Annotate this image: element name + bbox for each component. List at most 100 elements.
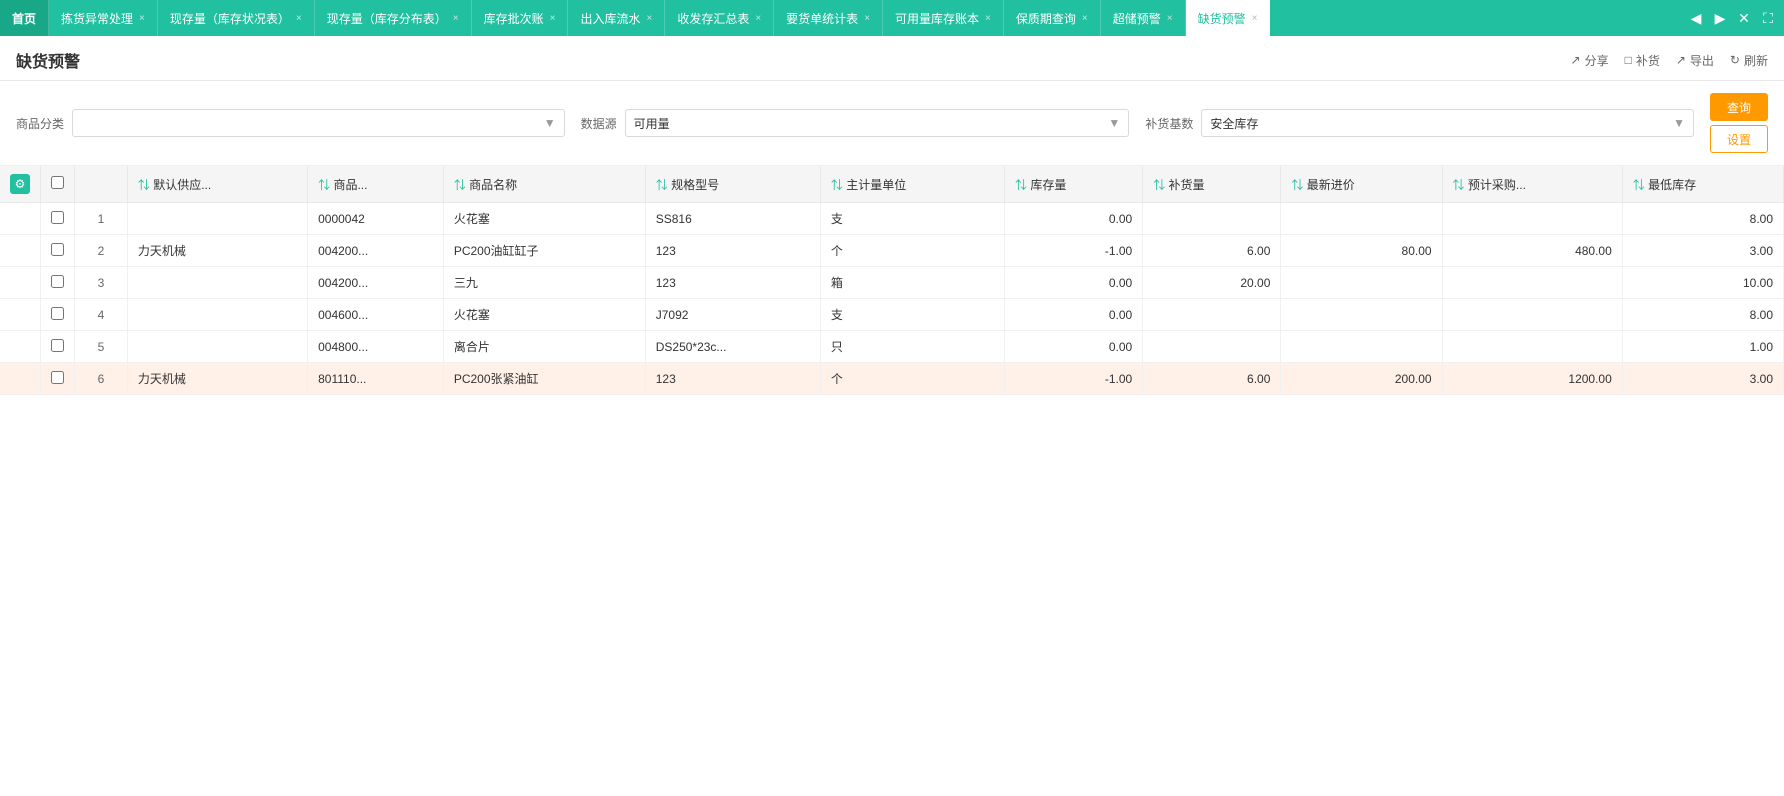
row-checkbox-2[interactable]: [51, 275, 64, 288]
row-num-1: 2: [75, 235, 128, 267]
row-check-0[interactable]: [41, 203, 75, 235]
tab-11-close[interactable]: ×: [1252, 13, 1258, 24]
basis-arrow-icon: ▼: [1673, 116, 1685, 130]
tab-2[interactable]: 现存量（库存状况表） ×: [158, 0, 315, 36]
table-header-row: ⚙ ⇅ 默认供应... ⇅ 商品... ⇅: [0, 166, 1784, 203]
row-unit-3: 支: [820, 299, 1004, 331]
sort-icon-price: ⇅: [1291, 178, 1303, 192]
category-select[interactable]: ▼: [72, 109, 565, 137]
row-num-0: 1: [75, 203, 128, 235]
tab-4[interactable]: 库存批次账 ×: [472, 0, 569, 36]
tab-9[interactable]: 保质期查询 ×: [1004, 0, 1101, 36]
row-check-4[interactable]: [41, 331, 75, 363]
row-checkbox-0[interactable]: [51, 211, 64, 224]
sort-icon-replenish: ⇅: [1153, 178, 1165, 192]
share-button[interactable]: ↗ 分享: [1571, 52, 1609, 69]
basis-select[interactable]: 安全库存 ▼: [1201, 109, 1694, 137]
tab-7-label: 要货单统计表: [786, 10, 858, 27]
tab-10[interactable]: 超储预警 ×: [1101, 0, 1186, 36]
row-checkbox-4[interactable]: [51, 339, 64, 352]
col-latest-price[interactable]: ⇅ 最新进价: [1281, 166, 1442, 203]
col-est-purchase[interactable]: ⇅ 预计采购...: [1442, 166, 1622, 203]
table-container: ⚙ ⇅ 默认供应... ⇅ 商品... ⇅: [0, 166, 1784, 395]
col-min-stock[interactable]: ⇅ 最低库存: [1622, 166, 1783, 203]
col-supplier[interactable]: ⇅ 默认供应...: [127, 166, 307, 203]
tab-next-button[interactable]: ▶: [1708, 6, 1732, 30]
gear-icon[interactable]: ⚙: [10, 174, 30, 194]
page-title: 缺货预警: [16, 48, 80, 72]
col-stock[interactable]: ⇅ 库存量: [1004, 166, 1142, 203]
tab-fullscreen-button[interactable]: ⛶: [1756, 6, 1780, 30]
row-code-3: 004600...: [308, 299, 444, 331]
row-replenish-3: [1143, 299, 1281, 331]
share-icon: ↗: [1571, 53, 1581, 67]
export-button[interactable]: ↗ 导出: [1676, 52, 1714, 69]
tab-5-label: 出入库流水: [580, 10, 640, 27]
col-code[interactable]: ⇅ 商品...: [308, 166, 444, 203]
tab-6-close[interactable]: ×: [755, 13, 761, 24]
col-gear[interactable]: ⚙: [0, 166, 41, 203]
refresh-button[interactable]: ↻ 刷新: [1730, 52, 1768, 69]
row-est-purchase-1: 480.00: [1442, 235, 1622, 267]
row-checkbox-5[interactable]: [51, 371, 64, 384]
row-checkbox-1[interactable]: [51, 243, 64, 256]
row-latest-price-0: [1281, 203, 1442, 235]
row-latest-price-1: 80.00: [1281, 235, 1442, 267]
tab-5[interactable]: 出入库流水 ×: [568, 0, 665, 36]
row-check-3[interactable]: [41, 299, 75, 331]
row-check-1[interactable]: [41, 235, 75, 267]
tab-7[interactable]: 要货单统计表 ×: [774, 0, 883, 36]
tab-11[interactable]: 缺货预警 ×: [1186, 0, 1271, 36]
tab-3[interactable]: 现存量（库存分布表） ×: [315, 0, 472, 36]
tab-1-close[interactable]: ×: [139, 13, 145, 24]
tab-close-all-button[interactable]: ✕: [1732, 6, 1756, 30]
col-unit[interactable]: ⇅ 主计量单位: [820, 166, 1004, 203]
tab-8[interactable]: 可用量库存账本 ×: [883, 0, 1004, 36]
tab-2-close[interactable]: ×: [296, 13, 302, 24]
replenish-button[interactable]: □ 补货: [1625, 52, 1660, 69]
tab-4-close[interactable]: ×: [550, 13, 556, 24]
row-est-purchase-0: [1442, 203, 1622, 235]
row-spec-2: 123: [645, 267, 820, 299]
filter-bar: 商品分类 ▼ 数据源 可用量 ▼ 补货基数 安全库存 ▼ 查询 设置: [0, 81, 1784, 166]
row-min-stock-1: 3.00: [1622, 235, 1783, 267]
row-checkbox-3[interactable]: [51, 307, 64, 320]
row-replenish-5: 6.00: [1143, 363, 1281, 395]
tab-5-close[interactable]: ×: [646, 13, 652, 24]
datasource-select[interactable]: 可用量 ▼: [625, 109, 1130, 137]
row-stock-0: 0.00: [1004, 203, 1142, 235]
tab-10-close[interactable]: ×: [1167, 13, 1173, 24]
tab-3-close[interactable]: ×: [453, 13, 459, 24]
row-replenish-1: 6.00: [1143, 235, 1281, 267]
row-supplier-3: [127, 299, 307, 331]
table-row: 3 004200... 三九 123 箱 0.00 20.00 10.00: [0, 267, 1784, 299]
row-spec-1: 123: [645, 235, 820, 267]
select-all-checkbox[interactable]: [51, 176, 64, 189]
table-row: 2 力天机械 004200... PC200油缸缸子 123 个 -1.00 6…: [0, 235, 1784, 267]
col-name[interactable]: ⇅ 商品名称: [443, 166, 645, 203]
sort-icon-min: ⇅: [1633, 178, 1645, 192]
row-name-2: 三九: [443, 267, 645, 299]
tab-1-label: 拣货异常处理: [61, 10, 133, 27]
row-est-purchase-5: 1200.00: [1442, 363, 1622, 395]
page-header: 缺货预警 ↗ 分享 □ 补货 ↗ 导出 ↻ 刷新: [0, 36, 1784, 81]
tab-6[interactable]: 收发存汇总表 ×: [665, 0, 774, 36]
row-code-1: 004200...: [308, 235, 444, 267]
row-check-2[interactable]: [41, 267, 75, 299]
tab-8-close[interactable]: ×: [985, 13, 991, 24]
row-supplier-0: [127, 203, 307, 235]
row-supplier-1: 力天机械: [127, 235, 307, 267]
tab-1[interactable]: 拣货异常处理 ×: [49, 0, 158, 36]
row-gear-3: [0, 299, 41, 331]
query-button[interactable]: 查询: [1710, 93, 1768, 121]
col-spec[interactable]: ⇅ 规格型号: [645, 166, 820, 203]
tab-9-close[interactable]: ×: [1082, 13, 1088, 24]
table-body: 1 0000042 火花塞 SS816 支 0.00 8.00 2 力天机械 0…: [0, 203, 1784, 395]
col-replenish[interactable]: ⇅ 补货量: [1143, 166, 1281, 203]
tab-8-label: 可用量库存账本: [895, 10, 979, 27]
row-check-5[interactable]: [41, 363, 75, 395]
tab-home[interactable]: 首页: [0, 0, 49, 36]
tab-7-close[interactable]: ×: [864, 13, 870, 24]
tab-prev-button[interactable]: ◀: [1684, 6, 1708, 30]
settings-button[interactable]: 设置: [1710, 125, 1768, 153]
